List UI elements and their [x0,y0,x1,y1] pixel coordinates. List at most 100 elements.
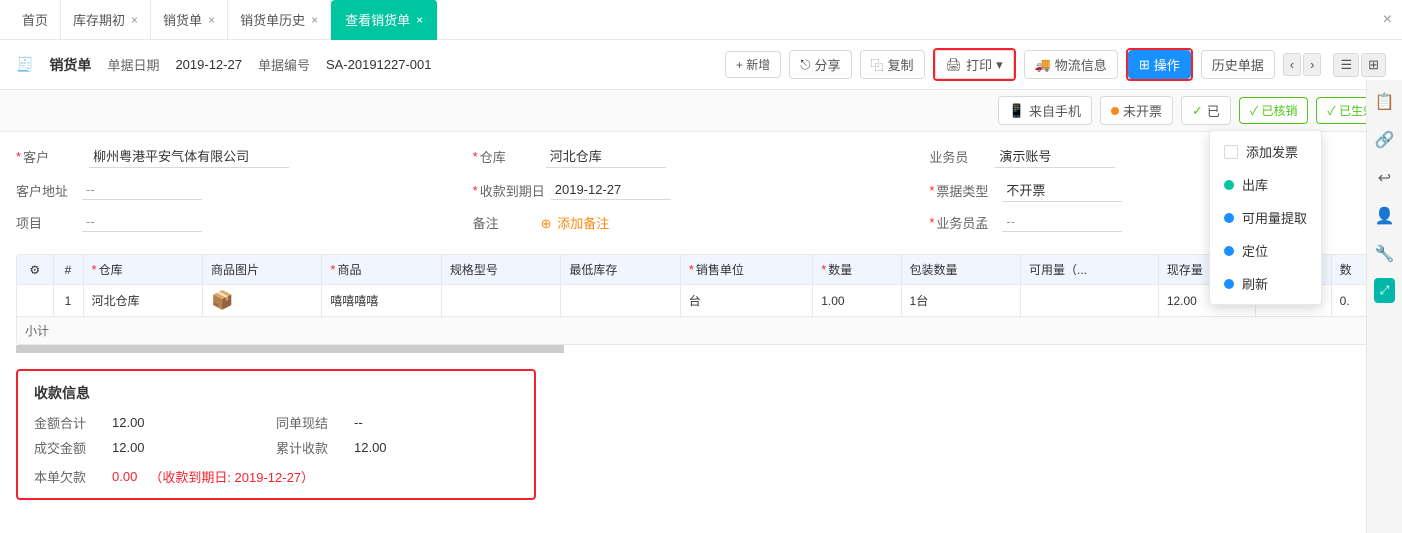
warehouse-required: * [473,149,478,164]
ticket-value[interactable]: 不开票 [1002,178,1122,202]
owe-value: 0.00 [112,469,137,484]
table-row: 1 河北仓库 📦 嘻嘻嘻嘻 台 1.00 1台 12.00 0. [17,285,1385,317]
sidebar-expand-icon[interactable]: ⤢ [1374,278,1396,303]
sidebar-user-icon[interactable]: 👤 [1371,202,1399,230]
form-row-1: * 客户 柳州粤港平安气体有限公司 * 仓库 河北仓库 业务员 演示账号 [16,144,1386,168]
sidebar-settings-icon[interactable]: 🔧 [1371,240,1399,268]
check-status-btn[interactable]: ✓ 已 [1181,96,1231,125]
dropdown-refresh[interactable]: 刷新 [1210,267,1321,300]
subtotal-row: 小计 [17,317,1385,345]
cumulative-value: 12.00 [354,440,387,455]
duedate-label: 收款到期日 [480,181,545,200]
view-icons: ☰ ⊞ [1333,53,1386,77]
print-button-wrap: 🖨 打印 ▾ [933,48,1016,81]
invoice-checkbox-icon [1224,145,1238,159]
dropdown-available-qty[interactable]: 可用量提取 [1210,201,1321,234]
product-table-wrap: ⚙ # *仓库 商品图片 *商品 规格型号 最低库存 *销售单位 *数量 包装数… [16,254,1386,345]
row-image: 📦 [202,285,321,317]
duedate-field: * 收款到期日 2019-12-27 [473,180,930,200]
scroll-hint [16,345,1386,353]
tab-home[interactable]: 首页 [10,0,61,40]
tab-inventory-close[interactable]: × [131,13,138,27]
logistics-icon: 🚚 [1035,57,1051,73]
duedate-required: * [473,183,478,198]
customer-required: * [16,149,21,164]
unopened-status-btn[interactable]: 未开票 [1100,96,1173,125]
address-label: 客户地址 [16,181,76,200]
col-image: 商品图片 [202,255,321,285]
payment-title: 收款信息 [34,383,518,403]
warehouse-value[interactable]: 河北仓库 [546,144,666,168]
copy-icon: ⿻ [871,55,884,74]
warehouse-field: * 仓库 河北仓库 [473,144,930,168]
row-num: 1 [53,285,83,317]
form-area: * 客户 柳州粤港平安气体有限公司 * 仓库 河北仓库 业务员 演示账号 客户地… [0,132,1402,254]
row-spec [441,285,560,317]
add-note-button[interactable]: ⊕ 添加备注 [541,213,610,232]
payment-deal: 成交金额 12.00 [34,438,276,457]
note-field: 备注 ⊕ 添加备注 [473,213,930,232]
row-product: 嘻嘻嘻嘻 [322,285,441,317]
prev-button[interactable]: ‹ [1283,53,1301,76]
sidebar-link-icon[interactable]: 🔗 [1371,126,1399,154]
payment-owe: 本单欠款 0.00 （收款到期日: 2019-12-27） [34,467,518,486]
customer-value[interactable]: 柳州粤港平安气体有限公司 [89,144,289,168]
sidebar-undo-icon[interactable]: ↩ [1374,164,1395,192]
col-settings[interactable]: ⚙ [17,255,53,285]
date-value: 2019-12-27 [175,57,242,72]
dropdown-locate[interactable]: 定位 [1210,234,1321,267]
total-value: 12.00 [112,415,145,430]
ticket-label: 票据类型 [936,181,996,200]
list-view-button[interactable]: ☰ [1333,53,1359,77]
payment-same-order: 同单现结 -- [276,413,518,432]
customer-label: 客户 [23,147,83,166]
mobile-icon: 📱 [1009,103,1025,119]
logistics-button[interactable]: 🚚 物流信息 [1024,50,1118,79]
deal-value: 12.00 [112,440,145,455]
row-min-stock [561,285,680,317]
operation-grid-icon: ⊞ [1139,57,1150,73]
row-available [1020,285,1158,317]
mobile-status-btn[interactable]: 📱 来自手机 [998,96,1092,125]
salesperson-value: 演示账号 [995,144,1115,168]
same-order-label: 同单现结 [276,413,346,432]
tab-sales-history[interactable]: 销货单历史 × [228,0,331,40]
print-button[interactable]: 🖨 打印 ▾ [935,50,1014,79]
doc-header: 🧾 销货单 单据日期 2019-12-27 单据编号 SA-20191227-0… [0,40,1402,90]
address-value[interactable]: -- [82,180,202,200]
deal-label: 成交金额 [34,438,104,457]
outbound-dot-icon [1224,180,1234,190]
page-close-button[interactable]: × [1383,11,1392,29]
main-area: 🧾 销货单 单据日期 2019-12-27 单据编号 SA-20191227-0… [0,40,1402,533]
new-button[interactable]: + 新增 [725,51,781,78]
salesperson2-required: * [929,215,934,230]
dropdown-add-invoice[interactable]: 添加发票 [1210,135,1321,168]
tab-inventory[interactable]: 库存期初 × [61,0,151,40]
next-button[interactable]: › [1303,53,1321,76]
operation-button[interactable]: ⊞ 操作 [1128,50,1191,79]
address-field: 客户地址 -- [16,180,473,200]
copy-button[interactable]: ⿻ 复制 [860,50,925,79]
tab-bar: 首页 库存期初 × 销货单 × 销货单历史 × 查看销货单 × × [0,0,1402,40]
share-button[interactable]: ⎋ 分享 [789,50,851,79]
tab-sales[interactable]: 销货单 × [151,0,228,40]
warehouse-label: 仓库 [480,147,540,166]
print-icon: 🖨 [946,57,963,73]
tab-view-sales-close[interactable]: × [416,13,423,27]
history-button[interactable]: 历史单据 [1201,50,1275,79]
add-note-icon: ⊕ [541,216,552,231]
nav-arrows: ‹ › [1283,53,1322,76]
form-row-3: 项目 -- 备注 ⊕ 添加备注 * 业务员孟 -- [16,212,1386,232]
cancel-status-btn[interactable]: ✓ 已核销 [1239,97,1309,124]
grid-view-button[interactable]: ⊞ [1361,53,1386,77]
dropdown-outbound[interactable]: 出库 [1210,168,1321,201]
col-product: *商品 [322,255,441,285]
tab-view-sales[interactable]: 查看销货单 × [331,0,438,40]
same-order-value: -- [354,415,363,430]
tab-sales-history-close[interactable]: × [311,13,318,27]
sidebar-doc-icon[interactable]: 📋 [1371,88,1399,116]
project-value[interactable]: -- [82,212,202,232]
tab-sales-close[interactable]: × [208,13,215,27]
duedate-value[interactable]: 2019-12-27 [551,180,671,200]
col-min-stock: 最低库存 [561,255,680,285]
